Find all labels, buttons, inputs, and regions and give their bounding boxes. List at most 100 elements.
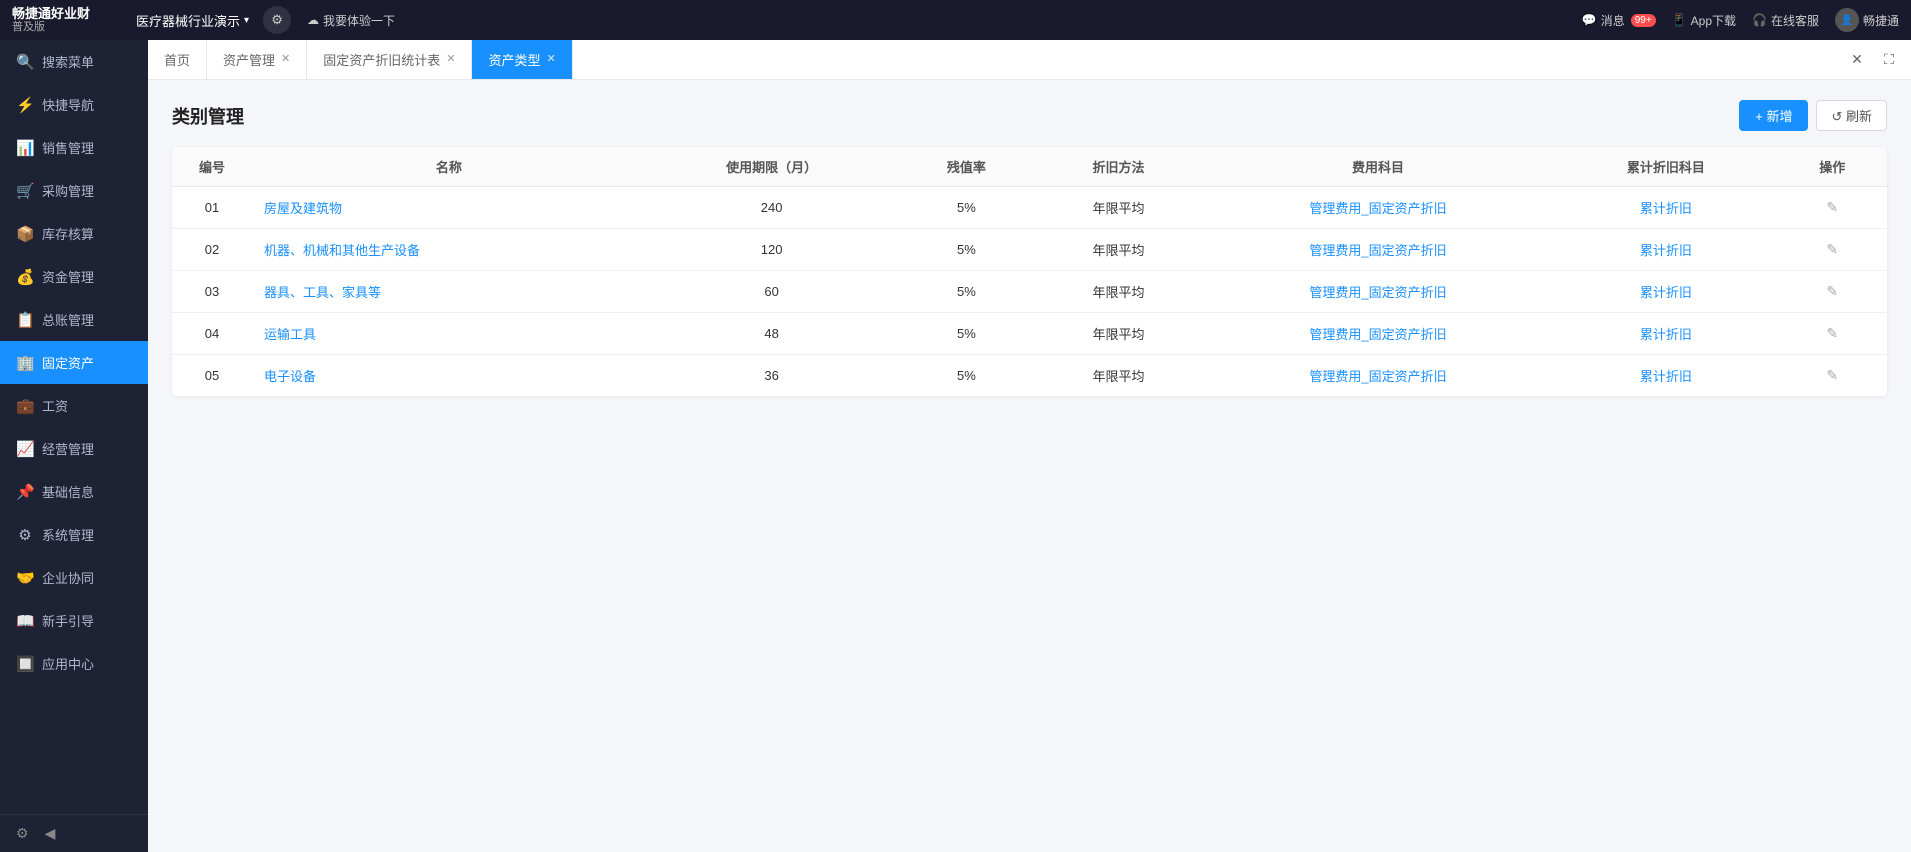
- refresh-button[interactable]: ↺ 刷新: [1816, 100, 1887, 131]
- guide-icon: 📖: [16, 612, 34, 630]
- page-header: 类别管理 + 新增 ↺ 刷新: [172, 100, 1887, 131]
- customer-service-button[interactable]: 🎧 在线客服: [1752, 12, 1819, 29]
- table-row: 05 电子设备 36 5% 年限平均 管理费用_固定资产折旧 累计折旧 ✎: [172, 355, 1887, 397]
- cell-accumulated[interactable]: 累计折旧: [1554, 187, 1777, 229]
- sidebar-item-inventory[interactable]: 📦 库存核算: [0, 212, 148, 255]
- avatar: 👤: [1835, 8, 1859, 32]
- cell-expense[interactable]: 管理费用_固定资产折旧: [1202, 313, 1555, 355]
- cell-action[interactable]: ✎: [1778, 229, 1887, 271]
- tab-actions: ✕ ⛶: [1843, 46, 1911, 74]
- edit-icon[interactable]: ✎: [1826, 367, 1838, 383]
- cell-method: 年限平均: [1035, 313, 1201, 355]
- close-asset-mgmt-tab[interactable]: ✕: [281, 54, 290, 65]
- mobile-icon: 📱: [1672, 13, 1687, 27]
- tab-asset-type[interactable]: 资产类型 ✕: [472, 40, 572, 79]
- cell-accumulated[interactable]: 累计折旧: [1554, 229, 1777, 271]
- edit-icon[interactable]: ✎: [1826, 283, 1838, 299]
- chevron-down-icon: ▾: [244, 15, 249, 26]
- quick-nav-icon: ⚡: [16, 96, 34, 114]
- sidebar-item-purchase[interactable]: 🛒 采购管理: [0, 169, 148, 212]
- sidebar-item-quick-nav[interactable]: ⚡ 快捷导航: [0, 83, 148, 126]
- sidebar-item-sales[interactable]: 📊 销售管理: [0, 126, 148, 169]
- app-center-icon: 🔲: [16, 655, 34, 673]
- table-wrapper: 编号 名称 使用期限（月） 残值率 折旧方法 费用科目 累计折旧科目 操作 01…: [172, 147, 1887, 396]
- ledger-icon: 📋: [16, 311, 34, 329]
- sidebar-settings-button[interactable]: ⚙: [16, 825, 29, 842]
- sidebar-item-fund[interactable]: 💰 资金管理: [0, 255, 148, 298]
- cell-name[interactable]: 运输工具: [252, 313, 646, 355]
- sidebar-item-guide[interactable]: 📖 新手引导: [0, 599, 148, 642]
- cell-action[interactable]: ✎: [1778, 271, 1887, 313]
- module-selector[interactable]: 医疗器械行业演示 ▾: [128, 7, 257, 34]
- cell-residual: 5%: [897, 355, 1035, 397]
- edit-icon[interactable]: ✎: [1826, 199, 1838, 215]
- col-expense: 费用科目: [1202, 147, 1555, 187]
- cell-action[interactable]: ✎: [1778, 187, 1887, 229]
- tabbar: 首页 资产管理 ✕ 固定资产折旧统计表 ✕ 资产类型 ✕ ✕ ⛶: [148, 40, 1911, 80]
- cell-expense[interactable]: 管理费用_固定资产折旧: [1202, 271, 1555, 313]
- col-name: 名称: [252, 147, 646, 187]
- close-depreciation-tab[interactable]: ✕: [446, 54, 455, 65]
- cell-residual: 5%: [897, 313, 1035, 355]
- page-actions: + 新增 ↺ 刷新: [1739, 100, 1887, 131]
- table-row: 03 器具、工具、家具等 60 5% 年限平均 管理费用_固定资产折旧 累计折旧…: [172, 271, 1887, 313]
- tab-home[interactable]: 首页: [148, 40, 207, 79]
- edit-icon[interactable]: ✎: [1826, 325, 1838, 341]
- app-download-button[interactable]: 📱 App下载: [1672, 12, 1736, 29]
- col-residual: 残值率: [897, 147, 1035, 187]
- col-accumulated: 累计折旧科目: [1554, 147, 1777, 187]
- sidebar-item-ledger[interactable]: 📋 总账管理: [0, 298, 148, 341]
- cell-period: 36: [646, 355, 898, 397]
- cloud-icon: ☁: [307, 13, 319, 27]
- cell-residual: 5%: [897, 229, 1035, 271]
- cell-action[interactable]: ✎: [1778, 313, 1887, 355]
- cell-expense[interactable]: 管理费用_固定资产折旧: [1202, 187, 1555, 229]
- edit-icon[interactable]: ✎: [1826, 241, 1838, 257]
- cell-expense[interactable]: 管理费用_固定资产折旧: [1202, 229, 1555, 271]
- sidebar-bottom: ⚙ ◀: [0, 814, 148, 852]
- sidebar-item-app-center[interactable]: 🔲 应用中心: [0, 642, 148, 685]
- system-icon: ⚙: [16, 526, 34, 544]
- user-profile-button[interactable]: 👤 畅捷通: [1835, 8, 1899, 32]
- inventory-icon: 📦: [16, 225, 34, 243]
- cell-name[interactable]: 器具、工具、家具等: [252, 271, 646, 313]
- sidebar-item-basic-info[interactable]: 📌 基础信息: [0, 470, 148, 513]
- cell-accumulated[interactable]: 累计折旧: [1554, 313, 1777, 355]
- cell-name[interactable]: 电子设备: [252, 355, 646, 397]
- topbar-right: 💬 消息 99 📱 App下载 🎧 在线客服 👤 畅捷通: [1582, 8, 1899, 32]
- message-button[interactable]: 💬 消息 99: [1582, 12, 1656, 29]
- cell-action[interactable]: ✎: [1778, 355, 1887, 397]
- sidebar-item-collab[interactable]: 🤝 企业协同: [0, 556, 148, 599]
- cell-accumulated[interactable]: 累计折旧: [1554, 271, 1777, 313]
- settings-icon[interactable]: ⚙: [263, 6, 291, 34]
- sidebar-item-salary[interactable]: 💼 工资: [0, 384, 148, 427]
- cell-name[interactable]: 机器、机械和其他生产设备: [252, 229, 646, 271]
- sidebar-item-fixed-asset[interactable]: 🏢 固定资产: [0, 341, 148, 384]
- sidebar-item-system[interactable]: ⚙ 系统管理: [0, 513, 148, 556]
- cell-code: 05: [172, 355, 252, 397]
- cell-name[interactable]: 房屋及建筑物: [252, 187, 646, 229]
- sidebar-item-business[interactable]: 📈 经营管理: [0, 427, 148, 470]
- new-button[interactable]: + 新增: [1739, 100, 1808, 131]
- search-icon: 🔍: [16, 53, 34, 71]
- business-icon: 📈: [16, 440, 34, 458]
- sidebar-item-search[interactable]: 🔍 搜索菜单: [0, 40, 148, 83]
- app-logo: 畅捷通好业财 普及版: [12, 6, 112, 35]
- cell-method: 年限平均: [1035, 229, 1201, 271]
- cell-residual: 5%: [897, 271, 1035, 313]
- col-code: 编号: [172, 147, 252, 187]
- experience-button[interactable]: ☁ 我要体验一下: [307, 12, 395, 29]
- table-row: 02 机器、机械和其他生产设备 120 5% 年限平均 管理费用_固定资产折旧 …: [172, 229, 1887, 271]
- table-header-row: 编号 名称 使用期限（月） 残值率 折旧方法 费用科目 累计折旧科目 操作: [172, 147, 1887, 187]
- close-asset-type-tab[interactable]: ✕: [547, 54, 556, 65]
- close-tab-button[interactable]: ✕: [1843, 46, 1871, 74]
- sidebar-collapse-button[interactable]: ◀: [45, 825, 56, 842]
- cell-accumulated[interactable]: 累计折旧: [1554, 355, 1777, 397]
- expand-tab-button[interactable]: ⛶: [1875, 46, 1903, 74]
- fixed-asset-icon: 🏢: [16, 354, 34, 372]
- tab-asset-mgmt[interactable]: 资产管理 ✕: [207, 40, 307, 79]
- tab-depreciation[interactable]: 固定资产折旧统计表 ✕: [307, 40, 472, 79]
- page-title: 类别管理: [172, 103, 244, 129]
- content-area: 首页 资产管理 ✕ 固定资产折旧统计表 ✕ 资产类型 ✕ ✕ ⛶ 类别管理: [148, 40, 1911, 852]
- cell-expense[interactable]: 管理费用_固定资产折旧: [1202, 355, 1555, 397]
